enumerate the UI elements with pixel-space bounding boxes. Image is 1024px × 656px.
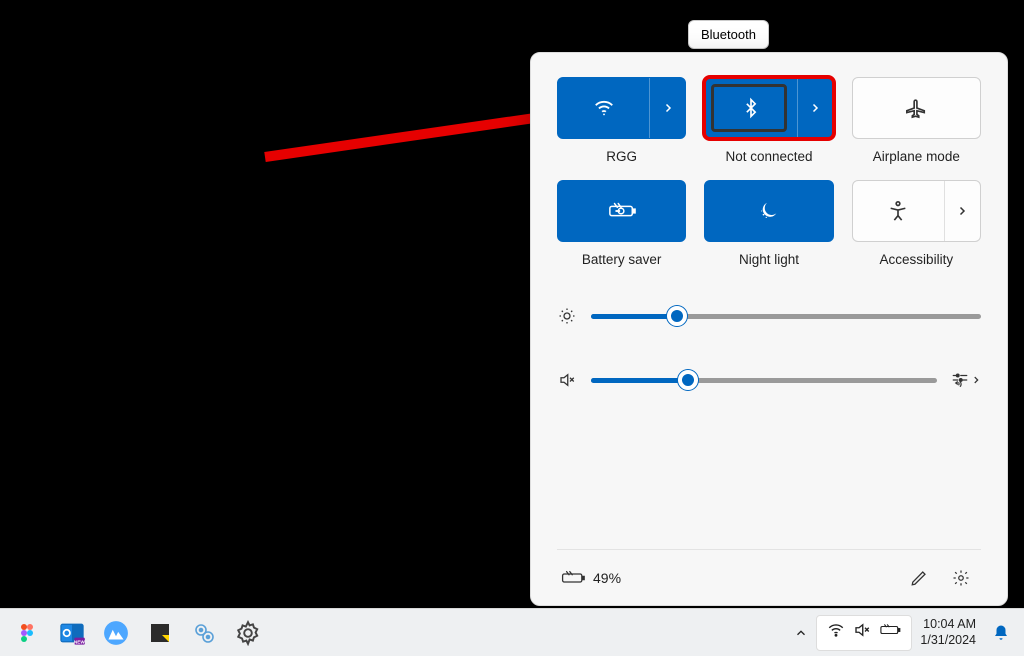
- taskbar-app-services[interactable]: [182, 613, 226, 653]
- taskbar-app-nordvpn[interactable]: [94, 613, 138, 653]
- taskbar-app-sticky-notes[interactable]: [138, 613, 182, 653]
- tray-network-volume-battery[interactable]: [816, 615, 912, 651]
- brightness-icon: [557, 307, 577, 325]
- bluetooth-button[interactable]: [704, 77, 833, 139]
- battery-status-button[interactable]: 49%: [561, 570, 621, 586]
- quick-settings-panel: RGG Not connected: [530, 52, 1008, 606]
- clock-date: 1/31/2024: [920, 633, 976, 649]
- night-light-label: Night light: [739, 252, 799, 267]
- notifications-button[interactable]: [984, 613, 1018, 653]
- battery-saver-icon: [608, 201, 636, 221]
- battery-percent: 49%: [593, 570, 621, 586]
- accessibility-button[interactable]: [852, 180, 981, 242]
- taskbar-clock[interactable]: 10:04 AM 1/31/2024: [912, 617, 984, 648]
- panel-footer: 49%: [557, 549, 981, 605]
- settings-button[interactable]: [945, 562, 977, 594]
- night-light-icon: [758, 200, 780, 222]
- accessibility-label: Accessibility: [880, 252, 954, 267]
- bluetooth-tile: Not connected: [704, 77, 833, 164]
- wifi-button[interactable]: [557, 77, 686, 139]
- accessibility-tile: Accessibility: [852, 180, 981, 267]
- brightness-slider-thumb[interactable]: [667, 306, 687, 326]
- tooltip-label: Bluetooth: [701, 27, 756, 42]
- brightness-slider-row: [557, 307, 981, 325]
- accessibility-expand-button[interactable]: [944, 181, 980, 241]
- wifi-expand-button[interactable]: [649, 78, 685, 138]
- taskbar: NEW 10:04 AM 1/31/2024: [0, 608, 1024, 656]
- clock-time: 10:04 AM: [923, 617, 976, 633]
- taskbar-app-outlook[interactable]: NEW: [50, 613, 94, 653]
- tray-volume-mute-icon: [853, 621, 871, 644]
- accessibility-icon: [887, 200, 909, 222]
- brightness-slider[interactable]: [591, 314, 981, 319]
- airplane-label: Airplane mode: [873, 149, 960, 164]
- taskbar-app-figma[interactable]: [6, 613, 50, 653]
- airplane-tile: Airplane mode: [852, 77, 981, 164]
- tray-wifi-icon: [827, 621, 845, 644]
- wifi-tile: RGG: [557, 77, 686, 164]
- wifi-label: RGG: [606, 149, 637, 164]
- bluetooth-icon: [741, 97, 761, 119]
- desktop: Bluetooth RGG: [0, 0, 1024, 608]
- volume-slider-thumb[interactable]: [678, 370, 698, 390]
- volume-slider-row: [557, 371, 981, 389]
- tray-battery-icon: [879, 623, 901, 642]
- battery-saver-label: Battery saver: [582, 252, 662, 267]
- bluetooth-expand-button[interactable]: [797, 78, 833, 138]
- volume-mute-icon[interactable]: [557, 371, 577, 389]
- volume-slider[interactable]: [591, 378, 937, 383]
- battery-saver-button[interactable]: [557, 180, 686, 242]
- svg-text:NEW: NEW: [74, 639, 85, 644]
- wifi-icon: [593, 97, 615, 119]
- airplane-icon: [905, 97, 927, 119]
- night-light-button[interactable]: [704, 180, 833, 242]
- quick-settings-grid: RGG Not connected: [557, 77, 981, 267]
- system-tray: 10:04 AM 1/31/2024: [786, 613, 1018, 653]
- edit-quick-settings-button[interactable]: [903, 562, 935, 594]
- sound-output-button[interactable]: [951, 371, 981, 389]
- battery-saver-small-icon: [561, 570, 585, 586]
- tray-overflow-button[interactable]: [786, 613, 816, 653]
- bluetooth-tooltip: Bluetooth: [688, 20, 769, 49]
- night-light-tile: Night light: [704, 180, 833, 267]
- taskbar-app-settings[interactable]: [226, 613, 270, 653]
- bluetooth-label: Not connected: [725, 149, 812, 164]
- battery-saver-tile: Battery saver: [557, 180, 686, 267]
- airplane-button[interactable]: [852, 77, 981, 139]
